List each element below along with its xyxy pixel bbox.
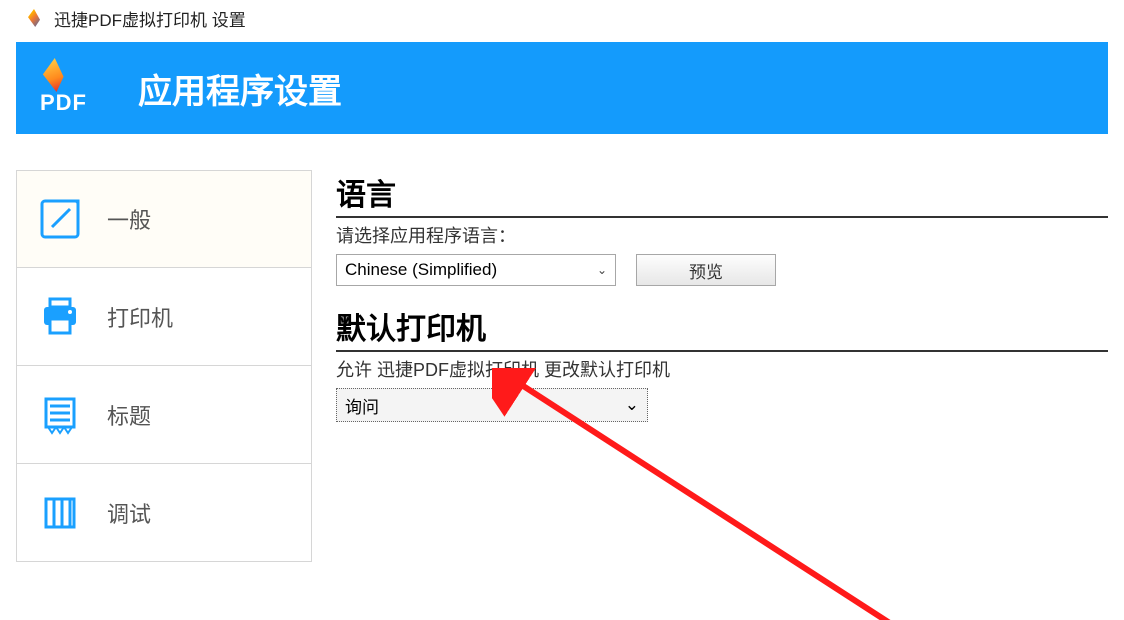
language-selected-value: Chinese (Simplified)	[345, 260, 497, 280]
chevron-down-icon: ⌄	[597, 263, 607, 277]
header-banner: PDF 应用程序设置	[16, 42, 1108, 134]
sidebar-item-label: 一般	[107, 203, 151, 235]
sidebar-item-debug[interactable]: 调试	[16, 464, 312, 562]
default-printer-select[interactable]: 询问 ⌄	[336, 388, 648, 422]
sidebar-item-label: 标题	[107, 399, 151, 431]
section-heading-language: 语言	[336, 170, 1108, 218]
logo-text: PDF	[40, 90, 87, 116]
preview-button-label: 预览	[689, 258, 723, 283]
content-area: 语言 请选择应用程序语言： Chinese (Simplified) ⌄ 预览 …	[312, 170, 1108, 562]
window-titlebar: 迅捷PDF虚拟打印机 设置	[0, 0, 1124, 36]
sidebar: 一般 打印机	[16, 170, 312, 562]
title-icon	[37, 392, 83, 438]
language-select[interactable]: Chinese (Simplified) ⌄	[336, 254, 616, 286]
sidebar-item-title[interactable]: 标题	[16, 366, 312, 464]
default-printer-prompt: 允许 迅捷PDF虚拟打印机 更改默认打印机	[336, 356, 1108, 382]
sidebar-item-general[interactable]: 一般	[16, 170, 312, 268]
sidebar-item-printer[interactable]: 打印机	[16, 268, 312, 366]
banner-logo: PDF	[40, 60, 102, 116]
sidebar-item-label: 调试	[107, 497, 151, 529]
default-printer-selected-value: 询问	[345, 393, 379, 418]
banner-title: 应用程序设置	[138, 64, 342, 113]
app-icon	[28, 9, 40, 27]
printer-icon	[37, 294, 83, 340]
chevron-down-icon: ⌄	[625, 395, 639, 415]
preview-button[interactable]: 预览	[636, 254, 776, 286]
language-prompt: 请选择应用程序语言：	[336, 222, 1108, 248]
debug-icon	[37, 490, 83, 536]
flame-icon	[42, 58, 64, 92]
section-heading-default-printer: 默认打印机	[336, 304, 1108, 352]
general-icon	[37, 196, 83, 242]
main-body: 一般 打印机	[16, 170, 1108, 562]
window-title: 迅捷PDF虚拟打印机 设置	[54, 6, 246, 31]
sidebar-item-label: 打印机	[107, 301, 173, 333]
